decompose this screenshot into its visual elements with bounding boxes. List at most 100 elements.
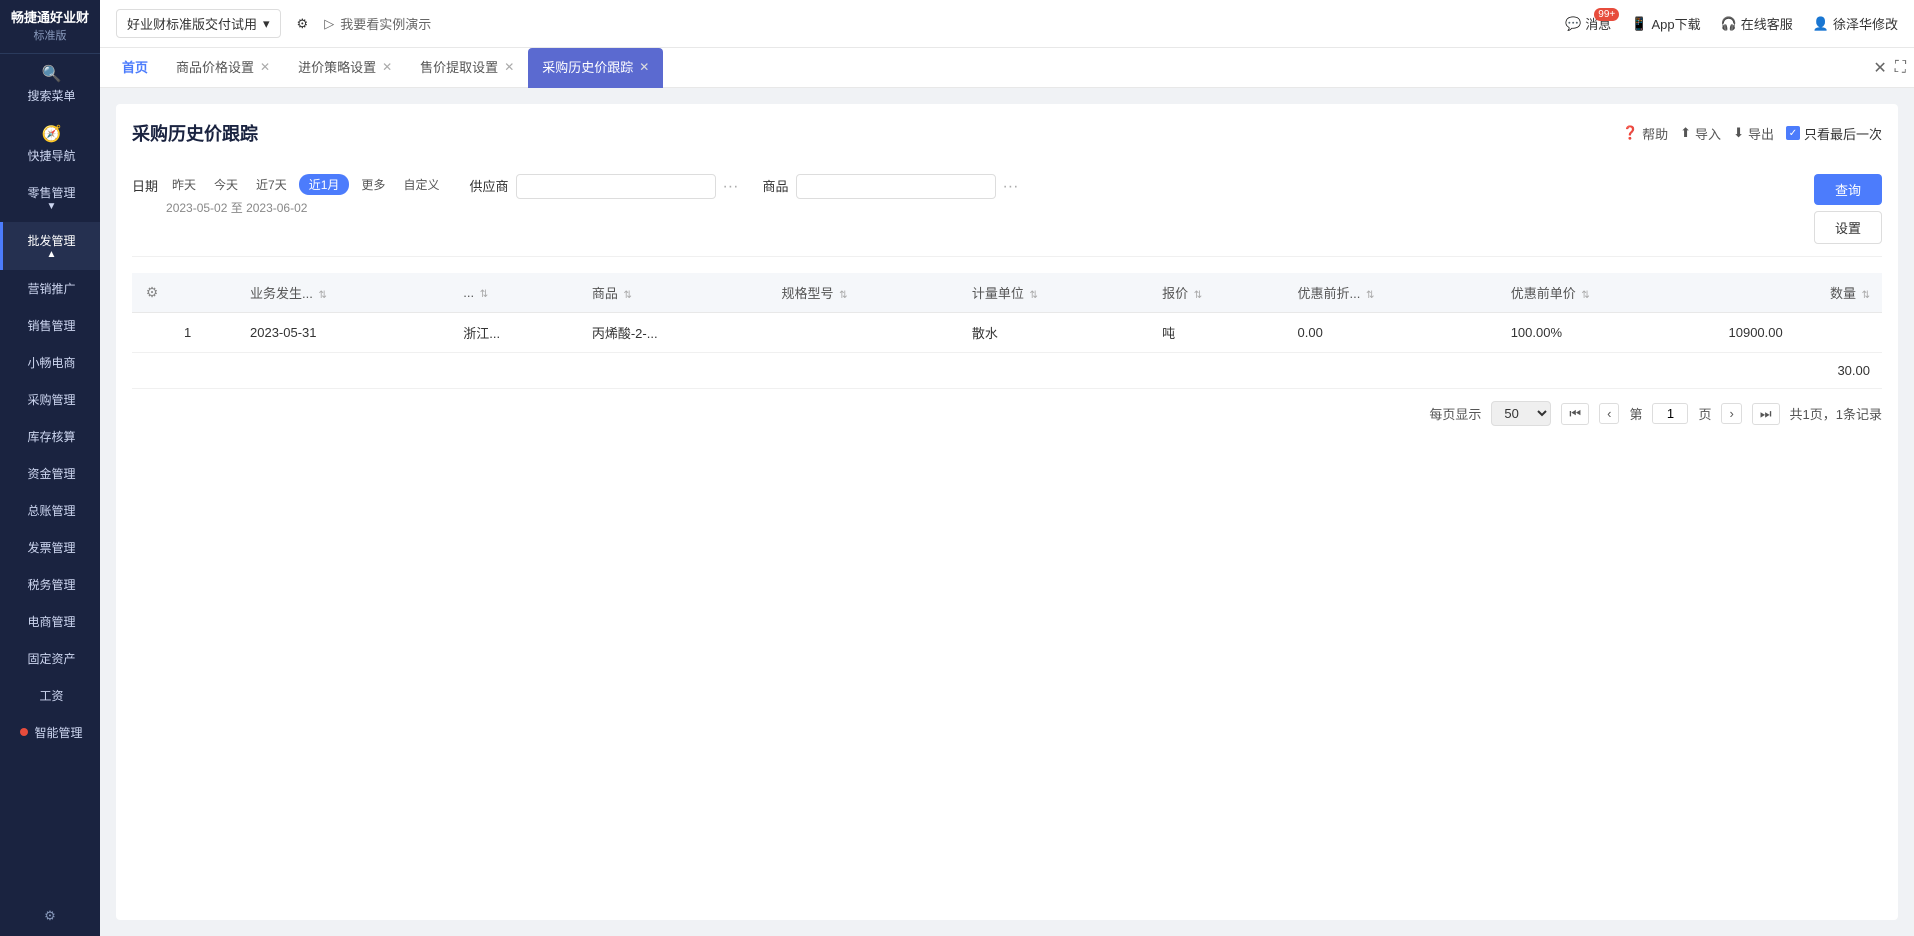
sidebar-item-marketing[interactable]: 营销推广 <box>0 270 100 307</box>
message-button[interactable]: 💬 消息 99+ <box>1565 14 1611 33</box>
col-goods[interactable]: 商品 ⇅ <box>580 273 770 313</box>
page-size-select[interactable]: 50 100 200 <box>1491 401 1551 426</box>
sidebar-item-payroll[interactable]: 工资 <box>0 677 100 714</box>
date-1month[interactable]: 近1月 <box>299 174 350 195</box>
page-title: 采购历史价跟踪 <box>132 120 258 146</box>
sidebar-item-ledger[interactable]: 总账管理 <box>0 492 100 529</box>
sidebar-item-sales[interactable]: 销售管理 <box>0 307 100 344</box>
tab-strategy[interactable]: 进价策略设置 ✕ <box>284 48 406 88</box>
row-goods: 丙烯酸-2-... <box>580 313 770 353</box>
tab-extract[interactable]: 售价提取设置 ✕ <box>406 48 528 88</box>
demo-link[interactable]: ▷ 我要看实例演示 <box>324 14 431 33</box>
page-prev-button[interactable]: ‹ <box>1599 403 1619 424</box>
supplier-input[interactable] <box>516 174 716 199</box>
main-content: 好业财标准版交付试用 ▾ ⚙ ▷ 我要看实例演示 💬 消息 99+ 📱 App下… <box>100 0 1914 936</box>
version-selector[interactable]: 好业财标准版交付试用 ▾ <box>116 9 281 38</box>
export-link[interactable]: ⬇ 导出 <box>1733 124 1774 143</box>
help-icon: ❓ <box>1622 125 1638 141</box>
table-settings-icon[interactable]: ⚙ <box>146 284 159 300</box>
sidebar-item-search[interactable]: 🔍 搜索菜单 <box>0 54 100 114</box>
date-yesterday[interactable]: 昨天 <box>166 174 202 195</box>
mobile-icon: 📱 <box>1631 16 1647 32</box>
sort-icon: ⇅ <box>318 290 326 301</box>
page-next-button[interactable]: › <box>1721 403 1741 424</box>
pagination-bar: 每页显示 50 100 200 ⏮ ‹ 第 页 › ⏭ 共1页，1条记录 <box>132 389 1882 426</box>
tab-actions: ✕ ⛶ <box>1873 58 1914 78</box>
col-quote[interactable]: 报价 ⇅ <box>1150 273 1285 313</box>
goods-input[interactable] <box>796 174 996 199</box>
tab-close-price[interactable]: ✕ <box>260 60 270 74</box>
table-row-quantity: 30.00 <box>132 353 1882 389</box>
tab-close-strategy[interactable]: ✕ <box>382 60 392 74</box>
query-button[interactable]: 查询 <box>1814 174 1882 205</box>
supplier-more-icon[interactable]: ··· <box>722 178 738 196</box>
sidebar-item-wholesale[interactable]: 批发管理 ▲ <box>0 222 100 270</box>
col-unit[interactable]: 计量单位 ⇅ <box>960 273 1150 313</box>
per-page-label: 每页显示 <box>1429 404 1481 423</box>
date-options: 昨天 今天 近7天 近1月 更多 自定义 2023-05-02 至 2023-0… <box>166 174 445 216</box>
tab-home[interactable]: 首页 <box>108 48 162 88</box>
sidebar-item-assets[interactable]: 固定资产 <box>0 640 100 677</box>
filter-row: 日期 昨天 今天 近7天 近1月 更多 自定义 2023-05-02 至 202… <box>132 162 1882 257</box>
sidebar-item-inventory[interactable]: 库存核算 <box>0 418 100 455</box>
supplier-label: 供应商 <box>469 176 508 195</box>
topbar: 好业财标准版交付试用 ▾ ⚙ ▷ 我要看实例演示 💬 消息 99+ 📱 App下… <box>100 0 1914 48</box>
settings-button[interactable]: ⚙ <box>0 896 100 936</box>
tab-track[interactable]: 采购历史价跟踪 ✕ <box>528 48 663 88</box>
sort-icon: ⇅ <box>1194 290 1202 301</box>
sort-icon: ⇅ <box>480 289 488 300</box>
sidebar-item-tax[interactable]: 税务管理 <box>0 566 100 603</box>
col-more[interactable]: ... ⇅ <box>451 273 580 313</box>
date-today[interactable]: 今天 <box>208 174 244 195</box>
sidebar-item-ecommerce[interactable]: 电商管理 <box>0 603 100 640</box>
sidebar-item-finance[interactable]: 资金管理 <box>0 455 100 492</box>
app-download-link[interactable]: 📱 App下载 <box>1631 14 1700 33</box>
sidebar-item-retail[interactable]: 零售管理 ▼ <box>0 174 100 222</box>
tab-close-button[interactable]: ✕ <box>1873 58 1886 78</box>
page-first-button[interactable]: ⏮ <box>1561 403 1589 425</box>
online-service-link[interactable]: 🎧 在线客服 <box>1721 14 1793 33</box>
page-card: 采购历史价跟踪 ❓ 帮助 ⬆ 导入 ⬇ 导出 ✓ <box>116 104 1898 920</box>
col-spec[interactable]: 规格型号 ⇅ <box>770 273 960 313</box>
import-link[interactable]: ⬆ 导入 <box>1680 124 1721 143</box>
sidebar-item-smart[interactable]: 智能管理 <box>0 714 100 751</box>
only-last-checkbox[interactable]: ✓ 只看最后一次 <box>1786 124 1882 143</box>
help-link[interactable]: ❓ 帮助 <box>1622 124 1668 143</box>
page-label-pre: 第 <box>1629 404 1642 423</box>
row-spec <box>770 313 960 353</box>
sidebar-item-purchase[interactable]: 采购管理 <box>0 381 100 418</box>
col-quantity[interactable]: 数量 ⇅ <box>1717 273 1883 313</box>
sidebar-item-quicknav[interactable]: 🧭 快捷导航 <box>0 114 100 174</box>
sidebar-item-invoice[interactable]: 发票管理 <box>0 529 100 566</box>
settings-button[interactable]: 设置 <box>1814 211 1882 244</box>
user-menu[interactable]: 👤 徐泽华修改 <box>1813 14 1898 33</box>
date-custom[interactable]: 自定义 <box>397 174 445 195</box>
col-biz-date[interactable]: 业务发生... ⇅ <box>238 273 451 313</box>
date-label: 日期 <box>132 176 158 195</box>
sidebar-item-ecommerce-small[interactable]: 小畅电商 <box>0 344 100 381</box>
tab-price[interactable]: 商品价格设置 ✕ <box>162 48 284 88</box>
page-number-input[interactable] <box>1652 403 1688 424</box>
tab-close-track[interactable]: ✕ <box>639 60 649 74</box>
table-body: 1 2023-05-31 浙江... 丙烯酸-2-... 散水 吨 0.00 1… <box>132 313 1882 389</box>
row-seq: 1 <box>172 313 238 353</box>
row-discount: 100.00% <box>1499 313 1717 353</box>
gear-settings[interactable]: ⚙ <box>297 16 309 32</box>
search-icon: 🔍 <box>42 64 62 84</box>
col-pre-price[interactable]: 优惠前单价 ⇅ <box>1499 273 1717 313</box>
page-content: 采购历史价跟踪 ❓ 帮助 ⬆ 导入 ⬇ 导出 ✓ <box>100 88 1914 936</box>
total-info: 共1页，1条记录 <box>1790 404 1882 423</box>
goods-more-icon[interactable]: ··· <box>1002 178 1018 196</box>
tabs-bar: 首页 商品价格设置 ✕ 进价策略设置 ✕ 售价提取设置 ✕ 采购历史价跟踪 ✕ … <box>100 48 1914 88</box>
tab-expand-button[interactable]: ⛶ <box>1895 59 1906 77</box>
logo-title: 畅捷通好业财 <box>11 10 89 27</box>
goods-filter-group: 商品 ··· <box>762 174 1018 199</box>
date-more[interactable]: 更多 <box>355 174 391 195</box>
chevron-up-icon: ▲ <box>47 249 57 260</box>
date-7days[interactable]: 近7天 <box>250 174 293 195</box>
gear-icon: ⚙ <box>44 908 56 924</box>
tab-close-extract[interactable]: ✕ <box>504 60 514 74</box>
col-discount[interactable]: 优惠前折... ⇅ <box>1286 273 1499 313</box>
page-last-button[interactable]: ⏭ <box>1752 403 1780 425</box>
col-seq <box>172 273 238 313</box>
